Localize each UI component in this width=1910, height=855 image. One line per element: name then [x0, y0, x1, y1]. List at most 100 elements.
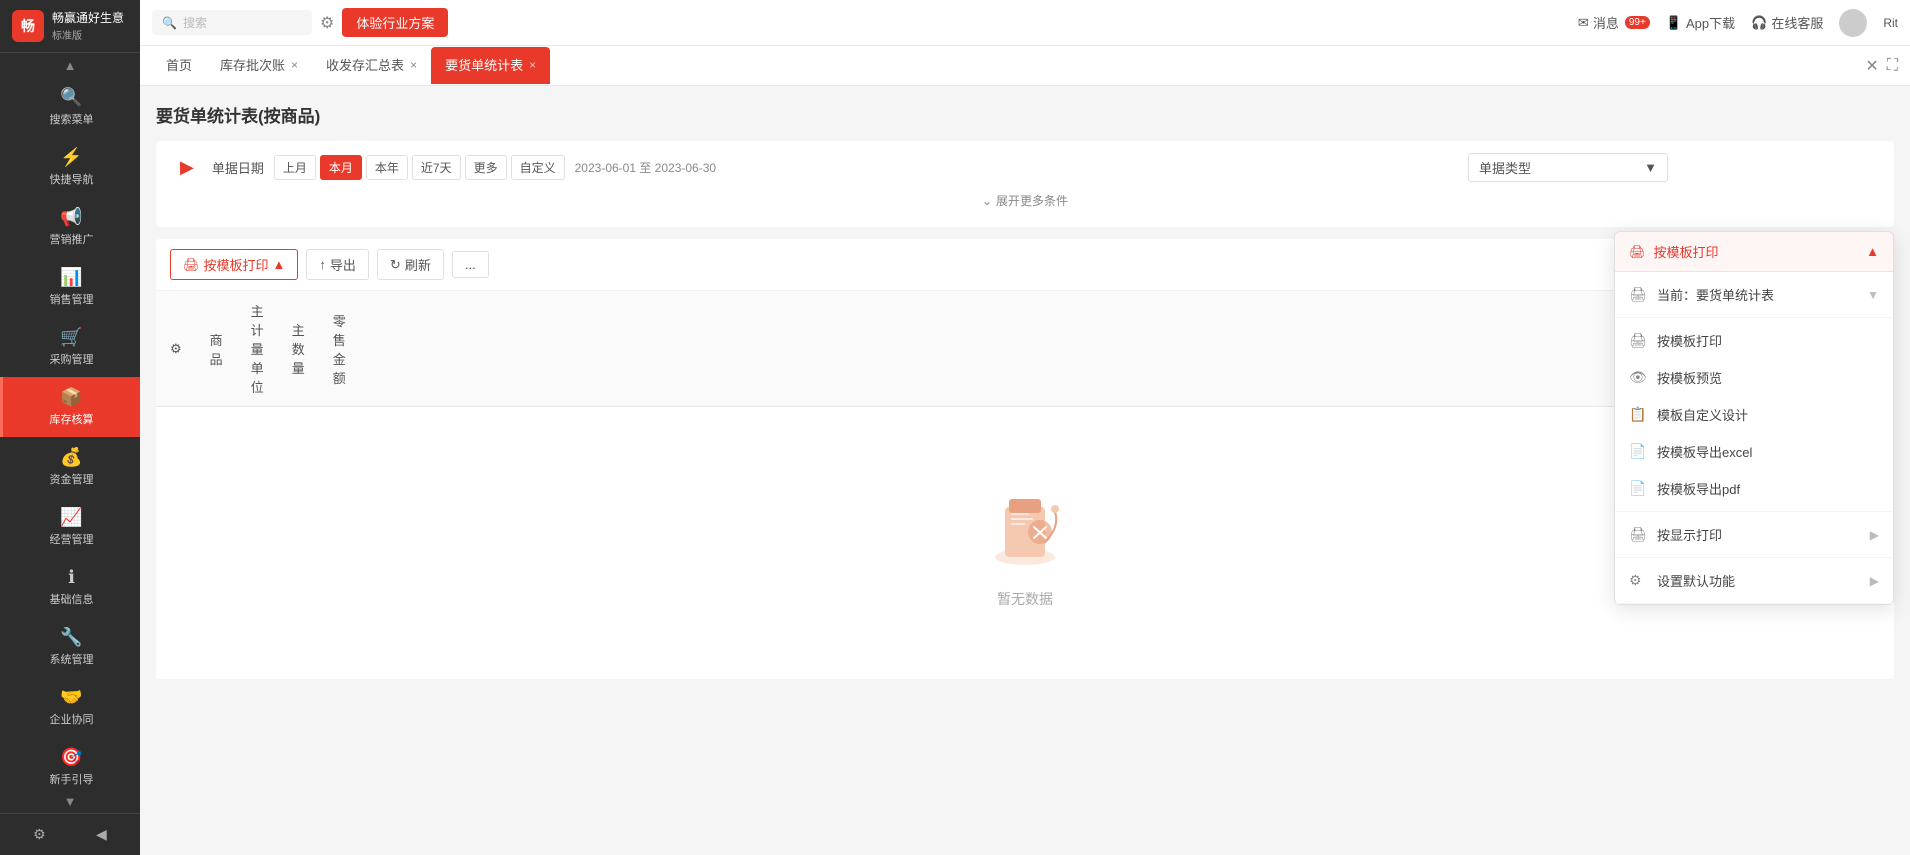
app-edition: 标准版 — [52, 27, 124, 42]
sidebar-item-system[interactable]: 🔧 系统管理 — [0, 617, 140, 677]
display-print-icon: 🖨 — [1629, 526, 1647, 543]
set-default-label: 设置默认功能 — [1657, 571, 1735, 590]
nav-icon-newbie: 🎯 — [60, 747, 82, 768]
sidebar-item-inventory[interactable]: 📦 库存核算 — [0, 377, 140, 437]
nav-icon-collab: 🤝 — [60, 687, 82, 708]
online-service-label: 在线客服 — [1771, 13, 1823, 32]
sidebar-item-quick-nav[interactable]: ⚡ 快捷导航 — [0, 137, 140, 197]
set-default-item[interactable]: ⚙ 设置默认功能 ▶ — [1615, 562, 1893, 599]
main-area: 🔍 搜索 ⚙ 体验行业方案 ✉ 消息 99+ 📱 App下载 🎧 在线客服 Ri… — [140, 0, 1910, 855]
set-default-arrow-icon: ▶ — [1870, 574, 1879, 588]
tabs-close-btn[interactable]: ✕ — [1865, 56, 1878, 76]
nav-label-sales: 销售管理 — [50, 291, 94, 307]
more-btn[interactable]: ... — [452, 251, 489, 278]
date-buttons: 上月 本月 本年 近7天 更多 自定义 — [274, 155, 565, 180]
template-excel-item[interactable]: 📄 按模板导出excel — [1615, 433, 1893, 470]
display-print-item[interactable]: 🖨 按显示打印 ▶ — [1615, 516, 1893, 553]
tab-home[interactable]: 首页 — [152, 47, 206, 84]
display-print-arrow-icon: ▶ — [1870, 528, 1879, 542]
topbar: 🔍 搜索 ⚙ 体验行业方案 ✉ 消息 99+ 📱 App下载 🎧 在线客服 Ri… — [140, 0, 1910, 46]
headset-icon: 🎧 — [1751, 15, 1767, 31]
display-print-label: 按显示打印 — [1657, 525, 1722, 544]
export-btn[interactable]: ↑ 导出 — [306, 249, 369, 280]
template-excel-label: 按模板导出excel — [1657, 442, 1752, 461]
sidebar-collapse-btn[interactable]: ◀ — [92, 822, 111, 847]
col-retail-amount: 零售金额 — [319, 291, 360, 407]
message-icon: ✉ — [1578, 15, 1589, 31]
refresh-icon: ↻ — [390, 257, 401, 273]
template-pdf-item[interactable]: 📄 按模板导出pdf — [1615, 470, 1893, 507]
template-print-icon: 🖨 — [1629, 332, 1647, 349]
topbar-gear-btn[interactable]: ⚙ — [320, 13, 334, 33]
expand-more-btn[interactable]: ⌄ 展开更多条件 — [172, 186, 1878, 215]
sidebar-item-purchase[interactable]: 🛒 采购管理 — [0, 317, 140, 377]
tab-collection-close[interactable]: × — [410, 58, 417, 72]
page-title: 要货单统计表(按商品) — [156, 102, 1894, 127]
app-name: 畅赢通好生意 — [52, 10, 124, 27]
print-current-item[interactable]: 🖨 当前：要货单统计表 ▼ — [1615, 276, 1893, 313]
sidebar-scroll-up[interactable]: ▲ — [0, 53, 140, 77]
print-dropdown-title: 按模板打印 — [1654, 242, 1859, 261]
current-arrow-icon: ▼ — [1867, 288, 1879, 302]
sidebar-item-sales[interactable]: 📊 销售管理 — [0, 257, 140, 317]
date-more[interactable]: 更多 — [465, 155, 507, 180]
tab-collection[interactable]: 收发存汇总表 × — [312, 47, 431, 84]
trial-btn[interactable]: 体验行业方案 — [342, 8, 448, 37]
template-custom-icon: 📋 — [1629, 406, 1647, 423]
message-btn[interactable]: ✉ 消息 99+ — [1578, 13, 1650, 32]
message-badge: 99+ — [1625, 16, 1650, 29]
col-product: 商品 — [196, 291, 237, 407]
tabs-expand-btn[interactable]: ⛶ — [1887, 57, 1898, 75]
sidebar-item-finance[interactable]: 💰 资金管理 — [0, 437, 140, 497]
logo-icon: 畅 — [12, 10, 44, 42]
page-content: 要货单统计表(按商品) ▶ 单据日期 上月 本月 本年 近7天 更多 自定义 2… — [140, 86, 1910, 855]
print-btn-label: 按模板打印 — [204, 255, 269, 274]
template-custom-label: 模板自定义设计 — [1657, 405, 1748, 424]
date-current-month[interactable]: 本月 — [320, 155, 362, 180]
message-label: 消息 — [1593, 13, 1619, 32]
sidebar-item-collab[interactable]: 🤝 企业协同 — [0, 677, 140, 737]
tab-batch-close[interactable]: × — [291, 58, 298, 72]
tab-batch[interactable]: 库存批次账 × — [206, 47, 312, 84]
sidebar-item-basic[interactable]: ℹ 基础信息 — [0, 557, 140, 617]
sidebar-item-newbie[interactable]: 🎯 新手引导 — [0, 737, 140, 789]
nav-icon-inventory: 📦 — [60, 387, 82, 408]
sidebar-nav: 🔍 搜索菜单 ⚡ 快捷导航 📢 营销推广 📊 销售管理 🛒 采购管理 📦 库存核… — [0, 77, 140, 789]
template-custom-item[interactable]: 📋 模板自定义设计 — [1615, 396, 1893, 433]
sidebar-item-operations[interactable]: 📈 经营管理 — [0, 497, 140, 557]
refresh-btn[interactable]: ↻ 刷新 — [377, 249, 444, 280]
template-print-item[interactable]: 🖨 按模板打印 — [1615, 322, 1893, 359]
sidebar-logo: 畅 畅赢通好生意 标准版 — [0, 0, 140, 53]
print-display-section: 🖨 按显示打印 ▶ — [1615, 512, 1893, 558]
tab-order-stat-label: 要货单统计表 — [445, 55, 523, 74]
tab-order-stat[interactable]: 要货单统计表 × — [431, 47, 550, 84]
topbar-right: ✉ 消息 99+ 📱 App下载 🎧 在线客服 Rit — [1578, 9, 1898, 37]
date-prev-month[interactable]: 上月 — [274, 155, 316, 180]
order-type-dropdown[interactable]: 单据类型 ▼ — [1468, 153, 1668, 182]
col-settings[interactable]: ⚙ — [156, 291, 196, 407]
nav-icon-finance: 💰 — [60, 447, 82, 468]
print-chevron-icon: ▲ — [273, 257, 286, 272]
app-download-btn[interactable]: 📱 App下载 — [1666, 13, 1735, 32]
online-service-btn[interactable]: 🎧 在线客服 — [1751, 13, 1823, 32]
nav-icon-system: 🔧 — [60, 627, 82, 648]
print-current-section: 🖨 当前：要货单统计表 ▼ — [1615, 272, 1893, 318]
template-preview-item[interactable]: 👁 按模板预览 — [1615, 359, 1893, 396]
print-default-section: ⚙ 设置默认功能 ▶ — [1615, 558, 1893, 604]
print-dropdown: 🖨 按模板打印 ▲ 🖨 当前：要货单统计表 ▼ 🖨 按模板打印 👁 按 — [1614, 231, 1894, 605]
template-preview-icon: 👁 — [1629, 369, 1647, 386]
print-dropdown-close-icon[interactable]: ▲ — [1866, 244, 1879, 259]
topbar-search[interactable]: 🔍 搜索 — [152, 10, 312, 35]
sidebar-settings-btn[interactable]: ⚙ — [29, 822, 50, 847]
filter-expand-icon[interactable]: ▶ — [172, 155, 202, 180]
sidebar-scroll-down[interactable]: ▼ — [0, 789, 140, 813]
print-btn[interactable]: 🖨 按模板打印 ▲ — [170, 249, 298, 280]
sidebar-item-search[interactable]: 🔍 搜索菜单 — [0, 77, 140, 137]
date-custom[interactable]: 自定义 — [511, 155, 565, 180]
avatar[interactable] — [1839, 9, 1867, 37]
date-last-7[interactable]: 近7天 — [412, 155, 461, 180]
tab-order-stat-close[interactable]: × — [529, 58, 536, 72]
date-current-year[interactable]: 本年 — [366, 155, 408, 180]
sidebar-item-marketing[interactable]: 📢 营销推广 — [0, 197, 140, 257]
export-icon: ↑ — [319, 257, 326, 272]
